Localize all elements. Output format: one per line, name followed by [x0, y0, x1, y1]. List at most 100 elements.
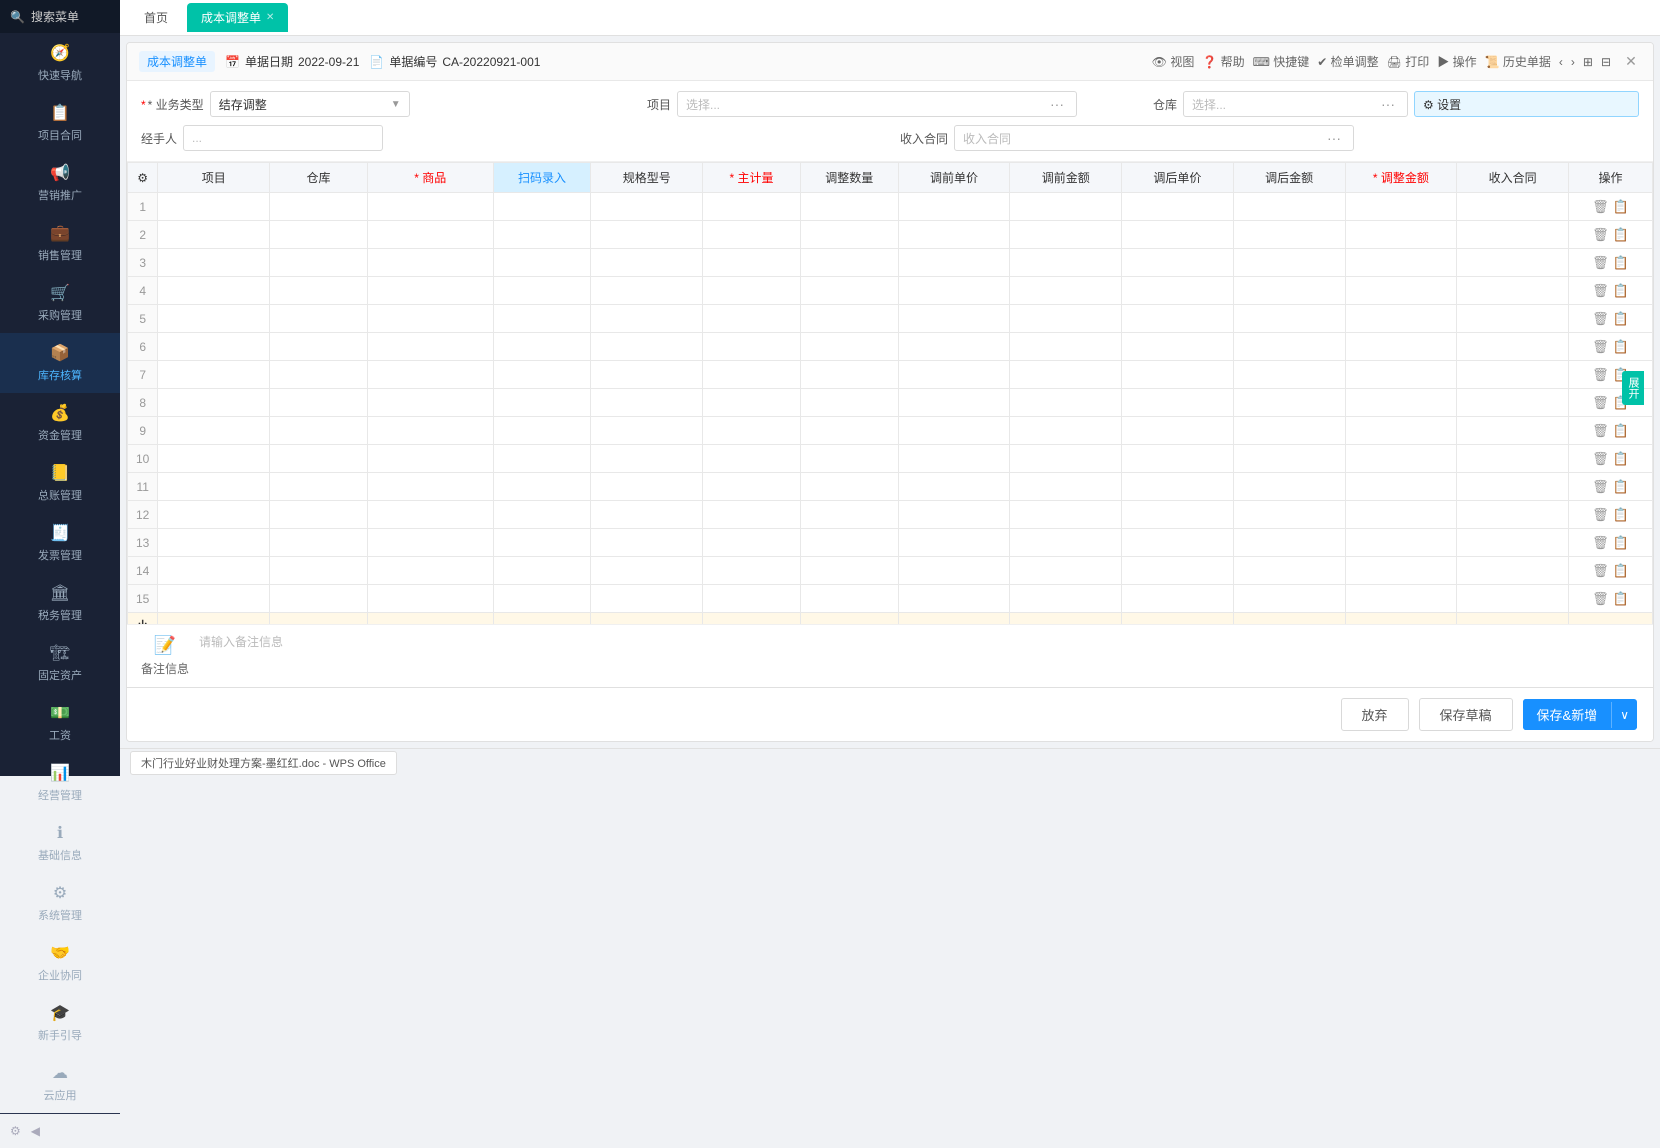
row-7-scan[interactable]: [493, 361, 591, 389]
row-4-goods[interactable]: [367, 277, 493, 305]
row-2-project[interactable]: [158, 221, 270, 249]
row-2-delete-icon[interactable]: 🗑: [1592, 227, 1609, 243]
row-9-goods[interactable]: [367, 417, 493, 445]
row-9-before-price[interactable]: [898, 417, 1010, 445]
row-14-after-price[interactable]: [1122, 557, 1234, 585]
row-11-before-price[interactable]: [898, 473, 1010, 501]
row-14-copy-icon[interactable]: 📋: [1613, 563, 1629, 579]
project-input[interactable]: 选择... ···: [677, 91, 1077, 117]
row-3-scan[interactable]: [493, 249, 591, 277]
row-9-scan[interactable]: [493, 417, 591, 445]
row-10-warehouse[interactable]: [270, 445, 368, 473]
row-3-delete-icon[interactable]: 🗑: [1592, 255, 1609, 271]
row-1-copy-icon[interactable]: 📋: [1613, 199, 1629, 215]
sidebar-item-operations-mgmt[interactable]: 📊经营管理: [0, 753, 120, 813]
row-3-qty[interactable]: [800, 249, 898, 277]
row-7-adjust-amt[interactable]: [1345, 361, 1457, 389]
row-3-spec[interactable]: [591, 249, 703, 277]
row-2-copy-icon[interactable]: 📋: [1613, 227, 1629, 243]
row-15-copy-icon[interactable]: 📋: [1613, 591, 1629, 607]
row-13-before-price[interactable]: [898, 529, 1010, 557]
row-11-unit[interactable]: [703, 473, 801, 501]
row-6-warehouse[interactable]: [270, 333, 368, 361]
row-5-after-amt[interactable]: [1233, 305, 1345, 333]
row-4-project[interactable]: [158, 277, 270, 305]
settings-icon[interactable]: ⚙: [10, 1124, 21, 1138]
row-6-unit[interactable]: [703, 333, 801, 361]
row-12-after-amt[interactable]: [1233, 501, 1345, 529]
row-5-delete-icon[interactable]: 🗑: [1592, 311, 1609, 327]
row-6-before-amt[interactable]: [1010, 333, 1122, 361]
row-9-spec[interactable]: [591, 417, 703, 445]
row-9-adjust-amt[interactable]: [1345, 417, 1457, 445]
row-1-after-amt[interactable]: [1233, 193, 1345, 221]
row-4-warehouse[interactable]: [270, 277, 368, 305]
row-15-warehouse[interactable]: [270, 585, 368, 613]
row-4-delete-icon[interactable]: 🗑: [1592, 283, 1609, 299]
row-4-unit[interactable]: [703, 277, 801, 305]
row-8-after-amt[interactable]: [1233, 389, 1345, 417]
sidebar-item-sales-promo[interactable]: 📢营销推广: [0, 153, 120, 213]
row-3-copy-icon[interactable]: 📋: [1613, 255, 1629, 271]
sidebar-item-quick-nav[interactable]: 🧭快速导航: [0, 33, 120, 93]
row-5-copy-icon[interactable]: 📋: [1613, 311, 1629, 327]
col-settings[interactable]: ⚙: [128, 163, 158, 193]
save-new-arrow-icon[interactable]: ∨: [1611, 702, 1637, 728]
row-9-unit[interactable]: [703, 417, 801, 445]
row-7-income[interactable]: [1457, 361, 1569, 389]
row-6-delete-icon[interactable]: 🗑: [1592, 339, 1609, 355]
row-2-scan[interactable]: [493, 221, 591, 249]
sidebar-item-newbie-guide[interactable]: 🎓新手引导: [0, 993, 120, 1053]
row-12-qty[interactable]: [800, 501, 898, 529]
action-shortcut[interactable]: ⌨ 快捷键: [1253, 53, 1310, 70]
row-1-before-price[interactable]: [898, 193, 1010, 221]
row-9-copy-icon[interactable]: 📋: [1613, 423, 1629, 439]
row-6-income[interactable]: [1457, 333, 1569, 361]
row-11-qty[interactable]: [800, 473, 898, 501]
row-4-before-amt[interactable]: [1010, 277, 1122, 305]
row-9-qty[interactable]: [800, 417, 898, 445]
row-10-goods[interactable]: [367, 445, 493, 473]
row-4-copy-icon[interactable]: 📋: [1613, 283, 1629, 299]
row-10-spec[interactable]: [591, 445, 703, 473]
row-14-goods[interactable]: [367, 557, 493, 585]
tab-close-icon[interactable]: ✕: [266, 12, 274, 23]
sidebar-item-ledger-mgmt[interactable]: 📒总账管理: [0, 453, 120, 513]
layout-btn2[interactable]: ⊟: [1601, 55, 1611, 69]
row-11-scan[interactable]: [493, 473, 591, 501]
row-3-adjust-amt[interactable]: [1345, 249, 1457, 277]
row-15-unit[interactable]: [703, 585, 801, 613]
row-6-goods[interactable]: [367, 333, 493, 361]
row-12-copy-icon[interactable]: 📋: [1613, 507, 1629, 523]
row-13-spec[interactable]: [591, 529, 703, 557]
row-3-before-price[interactable]: [898, 249, 1010, 277]
row-8-spec[interactable]: [591, 389, 703, 417]
row-5-before-price[interactable]: [898, 305, 1010, 333]
row-7-qty[interactable]: [800, 361, 898, 389]
row-14-before-amt[interactable]: [1010, 557, 1122, 585]
action-check[interactable]: ✔ 检单调整: [1317, 53, 1378, 70]
row-15-goods[interactable]: [367, 585, 493, 613]
sidebar-item-system-mgmt[interactable]: ⚙系统管理: [0, 873, 120, 933]
row-7-spec[interactable]: [591, 361, 703, 389]
row-9-after-price[interactable]: [1122, 417, 1234, 445]
row-13-after-price[interactable]: [1122, 529, 1234, 557]
row-12-after-price[interactable]: [1122, 501, 1234, 529]
row-1-goods[interactable]: [367, 193, 493, 221]
row-3-before-amt[interactable]: [1010, 249, 1122, 277]
row-14-after-amt[interactable]: [1233, 557, 1345, 585]
row-2-unit[interactable]: [703, 221, 801, 249]
row-1-before-amt[interactable]: [1010, 193, 1122, 221]
sidebar-item-capital-mgmt[interactable]: 💰资金管理: [0, 393, 120, 453]
row-12-before-amt[interactable]: [1010, 501, 1122, 529]
row-1-warehouse[interactable]: [270, 193, 368, 221]
row-11-goods[interactable]: [367, 473, 493, 501]
row-6-copy-icon[interactable]: 📋: [1613, 339, 1629, 355]
row-8-qty[interactable]: [800, 389, 898, 417]
row-7-warehouse[interactable]: [270, 361, 368, 389]
row-14-income[interactable]: [1457, 557, 1569, 585]
row-15-qty[interactable]: [800, 585, 898, 613]
row-13-project[interactable]: [158, 529, 270, 557]
row-7-project[interactable]: [158, 361, 270, 389]
row-15-adjust-amt[interactable]: [1345, 585, 1457, 613]
